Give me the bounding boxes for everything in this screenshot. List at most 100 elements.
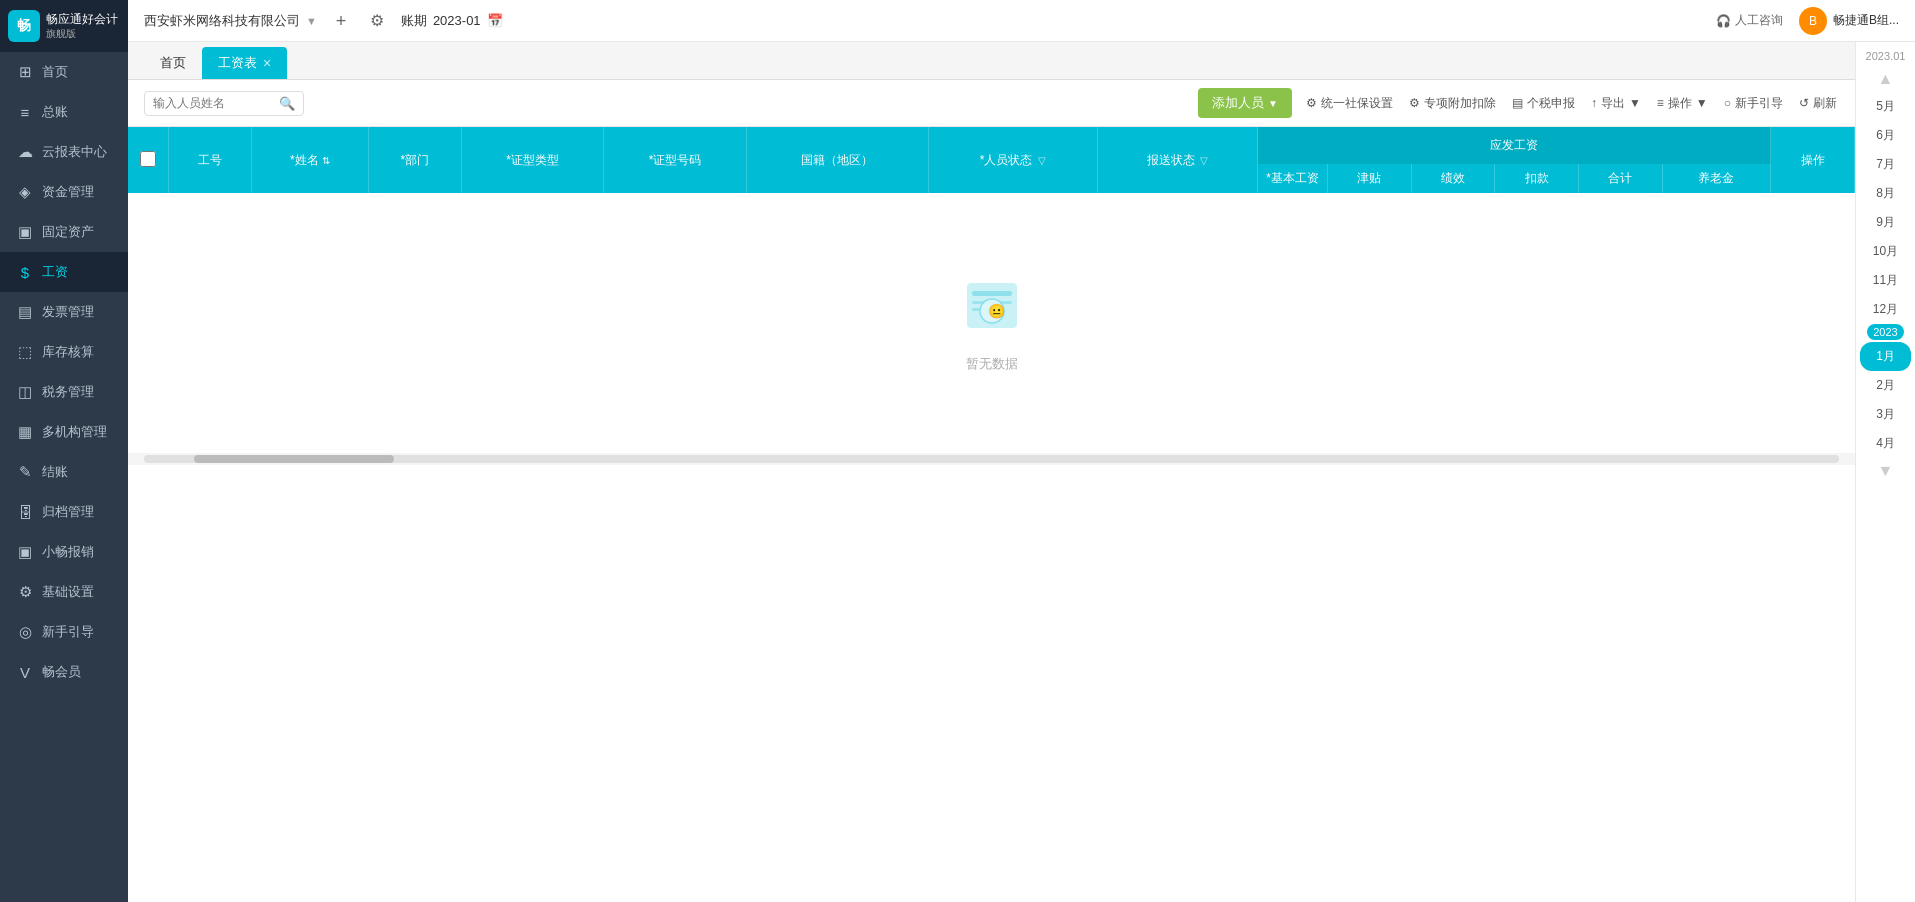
th-name: *姓名 ⇅ — [252, 127, 368, 193]
export-arrow-icon: ▼ — [1629, 96, 1641, 110]
sidebar-item-invoice[interactable]: ▤ 发票管理 — [0, 292, 128, 332]
sidebar-item-label: 结账 — [42, 463, 68, 481]
th-pension: 养老金 — [1662, 164, 1770, 193]
toolbar-right: 添加人员 ▼ ⚙ 统一社保设置 ⚙ 专项附加扣除 ▤ 个税申报 — [1198, 88, 1839, 118]
empty-illustration: 😐 — [952, 273, 1032, 343]
username: 畅捷通B组... — [1833, 12, 1899, 29]
empty-text: 暂无数据 — [966, 355, 1018, 373]
calendar-month-9[interactable]: 9月 — [1856, 208, 1915, 237]
scroll-thumb[interactable] — [194, 455, 394, 463]
logo-icon: 畅 — [8, 10, 40, 42]
scroll-track[interactable] — [144, 455, 1839, 463]
support-button[interactable]: 🎧 人工咨询 — [1716, 12, 1783, 29]
period-value: 2023-01 — [433, 13, 481, 28]
calendar-icon[interactable]: 📅 — [487, 13, 503, 28]
select-all-header[interactable] — [128, 127, 168, 193]
fund-icon: ◈ — [16, 183, 34, 201]
add-person-button[interactable]: 添加人员 ▼ — [1198, 88, 1292, 118]
sidebar-item-fixed-assets[interactable]: ▣ 固定资产 — [0, 212, 128, 252]
calendar-month-10[interactable]: 10月 — [1856, 237, 1915, 266]
calendar-month-12[interactable]: 12月 — [1856, 295, 1915, 324]
sidebar-item-home[interactable]: ⊞ 首页 — [0, 52, 128, 92]
sidebar-item-ledger[interactable]: ≡ 总账 — [0, 92, 128, 132]
social-security-action[interactable]: ⚙ 统一社保设置 — [1304, 91, 1395, 116]
multi-org-icon: ▦ — [16, 423, 34, 441]
sidebar-item-multi-org[interactable]: ▦ 多机构管理 — [0, 412, 128, 452]
sidebar-item-inventory[interactable]: ⬚ 库存核算 — [0, 332, 128, 372]
operations-action[interactable]: ≡ 操作 ▼ — [1655, 91, 1710, 116]
guide-icon: ◎ — [16, 623, 34, 641]
tab-salary[interactable]: 工资表 × — [202, 47, 287, 79]
th-total: 合计 — [1579, 164, 1663, 193]
calendar-month-2[interactable]: 2月 — [1856, 371, 1915, 400]
special-deduction-action[interactable]: ⚙ 专项附加扣除 — [1407, 91, 1498, 116]
company-name: 西安虾米网络科技有限公司 — [144, 12, 300, 30]
calendar-month-3[interactable]: 3月 — [1856, 400, 1915, 429]
operations-icon: ≡ — [1657, 96, 1664, 110]
th-base-salary: *基本工资 — [1258, 164, 1328, 193]
sidebar-item-archive[interactable]: 🗄 归档管理 — [0, 492, 128, 532]
sidebar-item-fund[interactable]: ◈ 资金管理 — [0, 172, 128, 212]
calendar-month-4[interactable]: 4月 — [1856, 429, 1915, 458]
support-label: 人工咨询 — [1735, 12, 1783, 29]
empty-state: 😐 暂无数据 — [128, 193, 1855, 453]
company-selector[interactable]: 西安虾米网络科技有限公司 ▼ — [144, 12, 317, 30]
calendar-month-6[interactable]: 6月 — [1856, 121, 1915, 150]
th-salary-group: 应发工资 — [1258, 127, 1771, 164]
svg-text:😐: 😐 — [988, 303, 1006, 320]
home-icon: ⊞ — [16, 63, 34, 81]
ledger-icon: ≡ — [16, 104, 34, 121]
personal-tax-action[interactable]: ▤ 个税申报 — [1510, 91, 1577, 116]
select-all-checkbox[interactable] — [140, 151, 156, 167]
top-header: 西安虾米网络科技有限公司 ▼ + ⚙ 账期 2023-01 📅 🎧 人工咨询 B… — [128, 0, 1915, 42]
period-label: 账期 — [401, 12, 427, 30]
tab-home[interactable]: 首页 — [144, 47, 202, 79]
tabs-bar: 首页 工资表 × — [128, 42, 1855, 80]
sidebar-item-guide[interactable]: ◎ 新手引导 — [0, 612, 128, 652]
calendar-month-8[interactable]: 8月 — [1856, 179, 1915, 208]
calendar-panel: 2023.01 ▲ 5月 6月 7月 8月 9月 10月 11月 12月 202… — [1855, 42, 1915, 902]
settlement-icon: ✎ — [16, 463, 34, 481]
calendar-month-5[interactable]: 5月 — [1856, 92, 1915, 121]
sidebar-nav: ⊞ 首页 ≡ 总账 ☁ 云报表中心 ◈ 资金管理 ▣ 固定资产 $ 工资 ▤ 发… — [0, 52, 128, 902]
user-info[interactable]: B 畅捷通B组... — [1799, 7, 1899, 35]
add-company-button[interactable]: + — [329, 9, 353, 33]
assets-icon: ▣ — [16, 223, 34, 241]
company-settings-button[interactable]: ⚙ — [365, 9, 389, 33]
sidebar-item-tax[interactable]: ◫ 税务管理 — [0, 372, 128, 412]
sidebar-item-salary[interactable]: $ 工资 — [0, 252, 128, 292]
calendar-month-1[interactable]: 1月 — [1860, 342, 1911, 371]
sidebar-item-expense[interactable]: ▣ 小畅报销 — [0, 532, 128, 572]
sidebar-item-label: 云报表中心 — [42, 143, 107, 161]
scroll-bar — [128, 453, 1855, 465]
table-wrap: 工号 *姓名 ⇅ *部门 *证型类型 *证型号码 国籍（地区） *人员状态 — [128, 127, 1855, 902]
sidebar-item-settlement[interactable]: ✎ 结账 — [0, 452, 128, 492]
operations-arrow-icon: ▼ — [1696, 96, 1708, 110]
name-sort-icon: ⇅ — [322, 155, 330, 166]
tab-close-icon[interactable]: × — [263, 55, 271, 71]
app-logo: 畅 畅应通好会计 旗舰版 — [0, 0, 128, 52]
search-input[interactable] — [153, 96, 273, 110]
calendar-up-arrow[interactable]: ▲ — [1874, 66, 1898, 92]
sidebar-item-label: 工资 — [42, 263, 68, 281]
content-area: 首页 工资表 × 🔍 添加人员 ▼ — [128, 42, 1915, 902]
toolbar: 🔍 添加人员 ▼ ⚙ 统一社保设置 ⚙ 专项附加扣除 — [128, 80, 1855, 127]
calendar-month-7[interactable]: 7月 — [1856, 150, 1915, 179]
refresh-action[interactable]: ↺ 刷新 — [1797, 91, 1839, 116]
calendar-month-11[interactable]: 11月 — [1856, 266, 1915, 295]
export-action[interactable]: ↑ 导出 ▼ — [1589, 91, 1643, 116]
calendar-down-arrow[interactable]: ▼ — [1874, 458, 1898, 484]
svg-rect-1 — [972, 291, 1012, 296]
special-deduction-icon: ⚙ — [1409, 96, 1420, 110]
sidebar-item-cloud-report[interactable]: ☁ 云报表中心 — [0, 132, 128, 172]
sidebar-item-vip[interactable]: V 畅会员 — [0, 652, 128, 692]
guide-action[interactable]: ○ 新手引导 — [1722, 91, 1785, 116]
sidebar-item-label: 发票管理 — [42, 303, 94, 321]
th-id-number: *证型号码 — [604, 127, 746, 193]
archive-icon: 🗄 — [16, 504, 34, 521]
main-wrap: 西安虾米网络科技有限公司 ▼ + ⚙ 账期 2023-01 📅 🎧 人工咨询 B… — [128, 0, 1915, 902]
sidebar-item-basic-settings[interactable]: ⚙ 基础设置 — [0, 572, 128, 612]
th-dept: *部门 — [368, 127, 461, 193]
status-filter-icon[interactable]: ▽ — [1038, 155, 1046, 166]
report-filter-icon[interactable]: ▽ — [1200, 155, 1208, 166]
